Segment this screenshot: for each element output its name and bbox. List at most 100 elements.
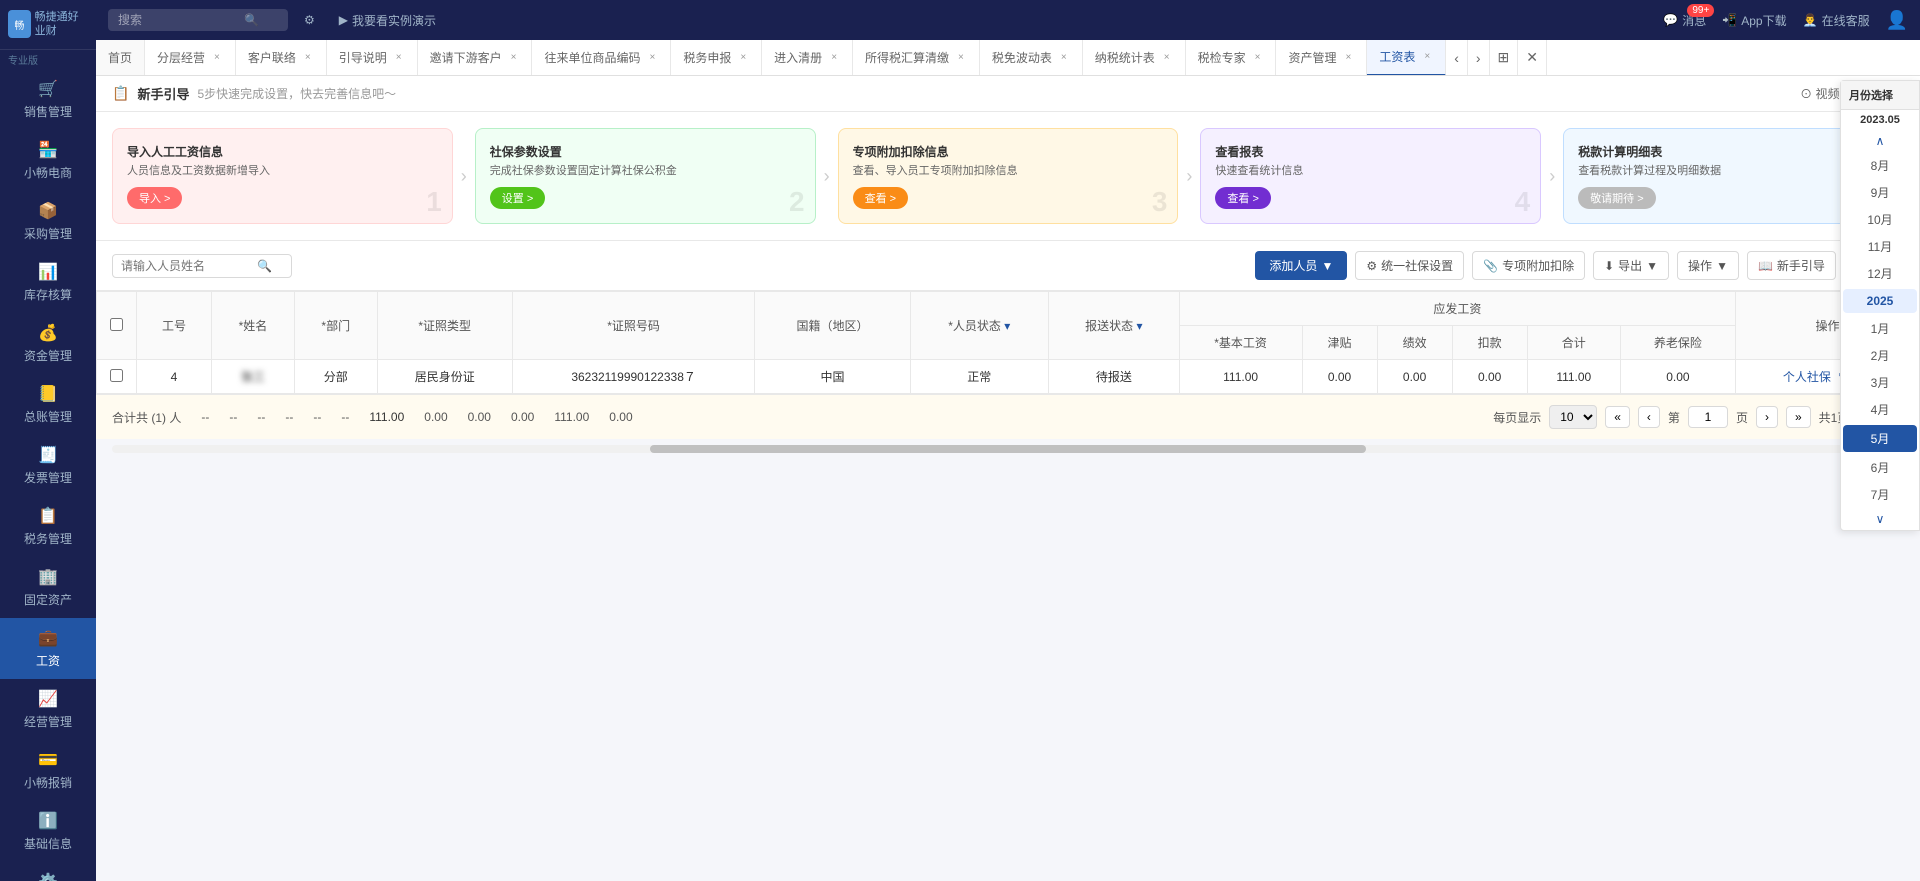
message-btn[interactable]: 💬 消息 99+ bbox=[1663, 12, 1706, 29]
tab-close-all[interactable]: ✕ bbox=[1518, 40, 1547, 76]
sidebar-item-basic[interactable]: ℹ️ 基础信息 bbox=[0, 801, 96, 862]
tab-stratify-close[interactable]: × bbox=[211, 51, 223, 64]
topbar-demo-btn[interactable]: ▶ 我要看实例演示 bbox=[339, 12, 436, 29]
search-magnify-icon[interactable]: 🔍 bbox=[257, 259, 272, 273]
tab-payroll-close[interactable]: × bbox=[1421, 50, 1433, 63]
new-guide-btn[interactable]: 📖 新手引导 bbox=[1747, 251, 1836, 280]
step-3-btn[interactable]: 查看 > bbox=[853, 187, 908, 209]
tab-tax-exempt[interactable]: 税免波动表 × bbox=[980, 40, 1083, 76]
horizontal-scrollbar[interactable] bbox=[112, 445, 1904, 453]
tab-tax-report[interactable]: 税务申报 × bbox=[671, 40, 762, 76]
step-card-1: 导入人工工资信息 人员信息及工资数据新增导入 导入 > 1 bbox=[112, 128, 453, 224]
tab-tax-calc-close[interactable]: × bbox=[955, 51, 967, 64]
tab-tax-exempt-close[interactable]: × bbox=[1058, 51, 1070, 64]
topbar-search-input[interactable] bbox=[118, 13, 238, 27]
tab-nav-right[interactable]: › bbox=[1468, 40, 1490, 76]
search-input[interactable] bbox=[121, 259, 251, 273]
next-page-btn[interactable]: › bbox=[1756, 406, 1778, 428]
export-btn[interactable]: ⬇ 导出 ▼ bbox=[1593, 251, 1669, 280]
app-download-btn[interactable]: 📲 App下载 bbox=[1722, 12, 1786, 29]
sidebar-item-purchase[interactable]: 📦 采购管理 bbox=[0, 191, 96, 252]
tab-product-code-close[interactable]: × bbox=[646, 51, 658, 64]
page-size-select[interactable]: 10 bbox=[1549, 405, 1597, 429]
sidebar-item-payroll[interactable]: 💼 工资 bbox=[0, 618, 96, 679]
unified-settings-btn[interactable]: ⚙ 统一社保设置 bbox=[1355, 251, 1464, 280]
tab-stratify[interactable]: 分层经营 × bbox=[145, 40, 236, 76]
tab-tax-expert[interactable]: 税检专家 × bbox=[1186, 40, 1277, 76]
tab-clear-book[interactable]: 进入清册 × bbox=[762, 40, 853, 76]
tab-clear-book-close[interactable]: × bbox=[828, 51, 840, 64]
page-number-input[interactable] bbox=[1688, 406, 1728, 428]
sidebar-item-operations[interactable]: 📈 经营管理 bbox=[0, 679, 96, 740]
sidebar-item-finance[interactable]: 💰 资金管理 bbox=[0, 313, 96, 374]
step-2-btn[interactable]: 设置 > bbox=[490, 187, 545, 209]
tab-tax-report-close[interactable]: × bbox=[737, 51, 749, 64]
tab-product-code[interactable]: 往来单位商品编码 × bbox=[532, 40, 671, 76]
sidebar-item-invoice[interactable]: 🧾 发票管理 bbox=[0, 435, 96, 496]
tab-asset-mgmt-close[interactable]: × bbox=[1342, 51, 1354, 64]
op-personal-insurance[interactable]: 个人社保 bbox=[1783, 368, 1831, 385]
month-nav-down[interactable]: ∨ bbox=[1841, 508, 1919, 530]
month-item-6[interactable]: 6月 bbox=[1841, 454, 1919, 481]
online-service-btn[interactable]: 👨‍💼 在线客服 bbox=[1803, 12, 1870, 29]
tab-nav-more[interactable]: ⊞ bbox=[1490, 40, 1519, 76]
tab-asset-mgmt[interactable]: 资产管理 × bbox=[1276, 40, 1367, 76]
row-checkbox[interactable] bbox=[110, 369, 123, 382]
tab-nav-left[interactable]: ‹ bbox=[1446, 40, 1468, 76]
prev-page-btn[interactable]: ‹ bbox=[1638, 406, 1660, 428]
tab-guide[interactable]: 引导说明 × bbox=[327, 40, 418, 76]
guide-bar-icon: 📋 bbox=[112, 85, 129, 102]
sidebar-item-ecommerce[interactable]: 🏪 小畅电商 bbox=[0, 130, 96, 191]
select-all-checkbox[interactable] bbox=[110, 318, 123, 331]
tab-home[interactable]: 首页 bbox=[96, 40, 145, 76]
tab-invite-close[interactable]: × bbox=[508, 51, 520, 64]
month-item-8[interactable]: 8月 bbox=[1841, 152, 1919, 179]
month-item-11[interactable]: 11月 bbox=[1841, 233, 1919, 260]
operation-btn[interactable]: 操作 ▼ bbox=[1677, 251, 1739, 280]
step-4-btn[interactable]: 查看 > bbox=[1215, 187, 1270, 209]
tab-tax-stat-label: 纳税统计表 bbox=[1095, 49, 1155, 66]
step-1-btn[interactable]: 导入 > bbox=[127, 187, 182, 209]
tab-tax-expert-close[interactable]: × bbox=[1252, 51, 1264, 64]
tab-customer[interactable]: 客户联络 × bbox=[236, 40, 327, 76]
month-item-5[interactable]: 5月 bbox=[1843, 425, 1917, 452]
sidebar-item-sales[interactable]: 🛒 销售管理 bbox=[0, 69, 96, 130]
first-page-btn[interactable]: « bbox=[1605, 406, 1630, 428]
month-item-3[interactable]: 3月 bbox=[1841, 369, 1919, 396]
month-item-10[interactable]: 10月 bbox=[1841, 206, 1919, 233]
guide-video-link[interactable]: ⊙ 视频 bbox=[1800, 85, 1839, 102]
tab-tax-calc[interactable]: 所得税汇算清缴 × bbox=[853, 40, 980, 76]
year-2025[interactable]: 2025 bbox=[1843, 289, 1917, 313]
month-picker-year: 2023.05 bbox=[1841, 110, 1919, 130]
tab-customer-close[interactable]: × bbox=[302, 51, 314, 64]
month-item-9[interactable]: 9月 bbox=[1841, 179, 1919, 206]
sidebar-item-inventory[interactable]: 📊 库存核算 bbox=[0, 252, 96, 313]
month-item-1[interactable]: 1月 bbox=[1841, 315, 1919, 342]
sidebar-item-system[interactable]: ⚙️ 系统管理 bbox=[0, 862, 96, 881]
add-person-btn[interactable]: 添加人员 ▼ bbox=[1255, 251, 1347, 280]
scrollbar-thumb[interactable] bbox=[650, 445, 1367, 453]
report-filter-icon[interactable]: ▾ bbox=[1137, 319, 1143, 333]
tab-guide-close[interactable]: × bbox=[393, 51, 405, 64]
addon-deduction-btn[interactable]: 📎 专项附加扣除 bbox=[1472, 251, 1585, 280]
user-avatar[interactable]: 👤 bbox=[1886, 10, 1908, 31]
month-item-2[interactable]: 2月 bbox=[1841, 342, 1919, 369]
sidebar-item-assets[interactable]: 🏢 固定资产 bbox=[0, 557, 96, 618]
sidebar-item-tax[interactable]: 📋 税务管理 bbox=[0, 496, 96, 557]
tab-invite[interactable]: 邀请下游客户 × bbox=[418, 40, 533, 76]
month-item-12[interactable]: 12月 bbox=[1841, 260, 1919, 287]
sidebar-item-report[interactable]: 💳 小畅报销 bbox=[0, 740, 96, 801]
last-page-btn[interactable]: » bbox=[1786, 406, 1811, 428]
month-item-4[interactable]: 4月 bbox=[1841, 396, 1919, 423]
sidebar-item-ledger[interactable]: 📒 总账管理 bbox=[0, 374, 96, 435]
tab-tax-stat[interactable]: 纳税统计表 × bbox=[1083, 40, 1186, 76]
step-5-btn[interactable]: 敬请期待 > bbox=[1578, 187, 1655, 209]
topbar-search-box[interactable]: 🔍 bbox=[108, 9, 288, 31]
tab-payroll[interactable]: 工资表 × bbox=[1367, 40, 1446, 76]
search-box[interactable]: 🔍 bbox=[112, 254, 292, 278]
status-filter-icon[interactable]: ▾ bbox=[1004, 319, 1010, 333]
topbar-settings-btn[interactable]: ⚙ bbox=[296, 9, 323, 31]
tab-tax-stat-close[interactable]: × bbox=[1161, 51, 1173, 64]
month-nav-up[interactable]: ∧ bbox=[1841, 130, 1919, 152]
month-item-7[interactable]: 7月 bbox=[1841, 481, 1919, 508]
